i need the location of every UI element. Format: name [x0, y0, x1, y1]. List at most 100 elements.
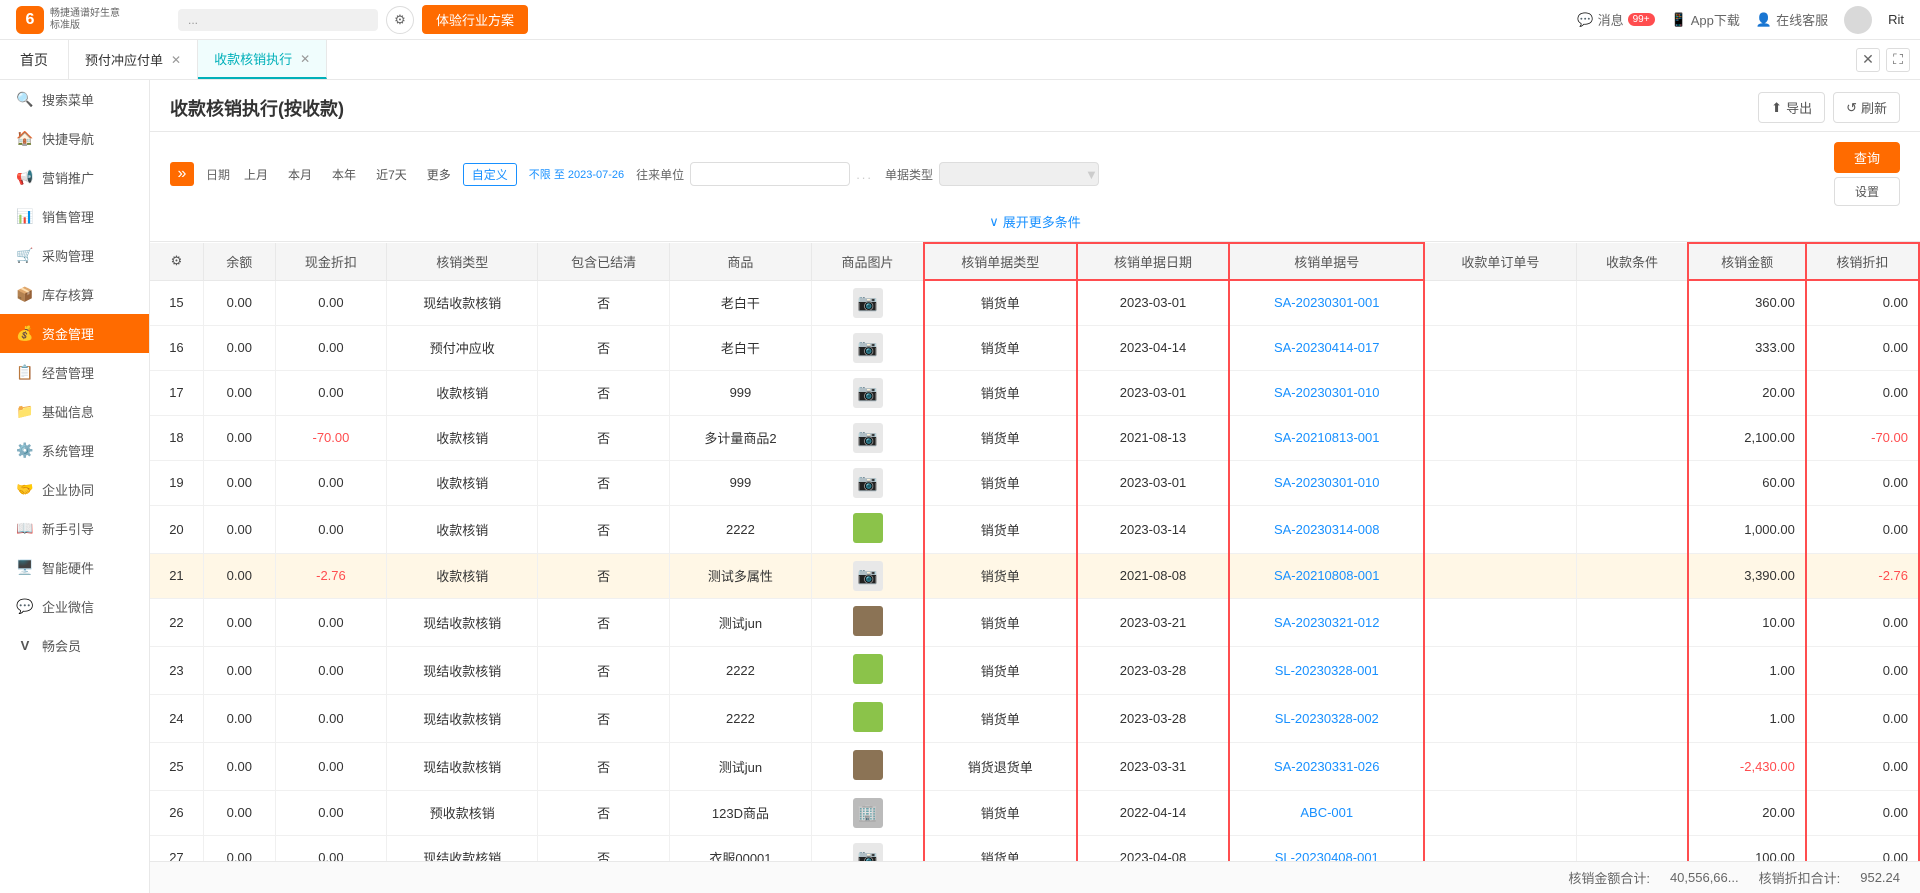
sidebar-item-search[interactable]: 🔍 搜索菜单: [0, 80, 149, 119]
cell-included: 否: [538, 280, 669, 325]
sidebar-item-hardware[interactable]: 🖥️ 智能硬件: [0, 548, 149, 587]
filter-bar: » 日期 上月 本月 本年 近7天 更多 自定义 不限 至 2023-07-26: [150, 132, 1920, 242]
gear-button[interactable]: ⚙: [386, 6, 414, 34]
filter-settings-button[interactable]: 设置: [1834, 177, 1900, 206]
partner-filter-input[interactable]: [690, 162, 850, 186]
cell-type: 现结收款核销: [387, 280, 538, 325]
cell-type: 预付冲应收: [387, 325, 538, 370]
cell-bill-no[interactable]: SA-20230301-010: [1229, 370, 1424, 415]
sidebar-item-finance[interactable]: 💰 资金管理: [0, 314, 149, 353]
system-icon: ⚙️: [16, 442, 34, 460]
bill-no-link[interactable]: SL-20230408-001: [1275, 850, 1379, 861]
sidebar-item-basic[interactable]: 📁 基础信息: [0, 392, 149, 431]
date-chip-more[interactable]: 更多: [419, 164, 459, 185]
inventory-icon: 📦: [16, 286, 34, 304]
total-discount-label: 核销折扣合计:: [1759, 868, 1841, 887]
cell-write-off: 0.00: [1806, 280, 1919, 325]
export-button[interactable]: ⬆ 导出: [1758, 92, 1825, 123]
bill-no-link[interactable]: SA-20210813-001: [1274, 430, 1380, 445]
logo-area: 6 畅捷通谱好生意 标准版: [16, 6, 166, 34]
query-button[interactable]: 查询: [1834, 142, 1900, 173]
tab-prepay[interactable]: 预付冲应付单 ✕: [69, 40, 198, 79]
bill-no-link[interactable]: SA-20230321-012: [1274, 615, 1380, 630]
sidebar-item-inventory[interactable]: 📦 库存核算: [0, 275, 149, 314]
cell-bill-no[interactable]: SL-20230328-001: [1229, 646, 1424, 694]
cell-bill-no[interactable]: SL-20230328-002: [1229, 694, 1424, 742]
sidebar-item-enterprise[interactable]: 🤝 企业协同: [0, 470, 149, 509]
message-button[interactable]: 💬 消息 99+: [1577, 10, 1654, 29]
cell-condition: [1576, 694, 1688, 742]
sidebar-item-guide[interactable]: 📖 新手引导: [0, 509, 149, 548]
bill-no-link[interactable]: SA-20230414-017: [1274, 340, 1380, 355]
bill-no-link[interactable]: SA-20230314-008: [1274, 522, 1380, 537]
tab-home[interactable]: 首页: [0, 40, 69, 79]
cell-bill-no[interactable]: SA-20230301-001: [1229, 280, 1424, 325]
date-chip-this-year[interactable]: 本年: [324, 164, 364, 185]
bill-no-link[interactable]: SL-20230328-002: [1275, 711, 1379, 726]
tab-writeoff-close[interactable]: ✕: [300, 52, 310, 66]
user-avatar[interactable]: [1844, 6, 1872, 34]
app-download-button[interactable]: 📱 App下载: [1671, 10, 1740, 29]
tab-expand-button[interactable]: ⛶: [1886, 48, 1910, 72]
cell-id: 20: [150, 505, 203, 553]
bill-no-link[interactable]: SA-20230331-026: [1274, 759, 1380, 774]
cell-bill-no[interactable]: SL-20230408-001: [1229, 835, 1424, 861]
bill-no-link[interactable]: SA-20210808-001: [1274, 568, 1380, 583]
refresh-button[interactable]: ↺ 刷新: [1833, 92, 1900, 123]
cell-included: 否: [538, 460, 669, 505]
data-table: ⚙ 余额 现金折扣 核销类型 包含已结清 商品 商品图片 核销单据类型 核销单据…: [150, 242, 1920, 861]
top-bar: 6 畅捷通谱好生意 标准版 ... ⚙ 体验行业方案 💬 消息 99+ 📱 Ap…: [0, 0, 1920, 40]
cell-bill-no[interactable]: SA-20230414-017: [1229, 325, 1424, 370]
tab-prepay-close[interactable]: ✕: [171, 53, 181, 67]
type-filter-select[interactable]: [939, 162, 1099, 186]
cell-bill-no[interactable]: SA-20230314-008: [1229, 505, 1424, 553]
cell-bill-no[interactable]: ABC-001: [1229, 790, 1424, 835]
cell-bill-no[interactable]: SA-20230301-010: [1229, 460, 1424, 505]
filter-toggle-button[interactable]: »: [170, 162, 194, 186]
sidebar-item-purchase[interactable]: 🛒 采购管理: [0, 236, 149, 275]
sidebar-item-shortcut[interactable]: 🏠 快捷导航: [0, 119, 149, 158]
cell-type: 现结收款核销: [387, 694, 538, 742]
date-chip-last-month[interactable]: 上月: [236, 164, 276, 185]
cell-bill-no[interactable]: SA-20230321-012: [1229, 598, 1424, 646]
sidebar-item-marketing[interactable]: 📢 营销推广: [0, 158, 149, 197]
date-chip-custom[interactable]: 自定义: [463, 163, 517, 186]
sidebar-item-inventory-label: 库存核算: [42, 285, 94, 304]
tab-writeoff[interactable]: 收款核销执行 ✕: [198, 40, 327, 79]
cell-discount: 0.00: [275, 325, 387, 370]
date-chip-7days[interactable]: 近7天: [368, 164, 415, 185]
tab-close-all-button[interactable]: ✕: [1856, 48, 1880, 72]
cell-discount: 0.00: [275, 505, 387, 553]
cell-bill-no[interactable]: SA-20230331-026: [1229, 742, 1424, 790]
sidebar-item-member[interactable]: V 畅会员: [0, 626, 149, 665]
bill-no-link[interactable]: SA-20230301-001: [1274, 295, 1380, 310]
bill-no-link[interactable]: SL-20230328-001: [1275, 663, 1379, 678]
cell-included: 否: [538, 370, 669, 415]
cell-amount: 60.00: [1688, 460, 1805, 505]
sidebar-item-sales[interactable]: 📊 销售管理: [0, 197, 149, 236]
bill-no-link[interactable]: SA-20230301-010: [1274, 385, 1380, 400]
cell-bill-no[interactable]: SA-20210813-001: [1229, 415, 1424, 460]
export-label: 导出: [1786, 98, 1812, 117]
online-service-label: 在线客服: [1776, 10, 1828, 29]
industry-button[interactable]: 体验行业方案: [422, 5, 528, 34]
sidebar-item-system[interactable]: ⚙️ 系统管理: [0, 431, 149, 470]
cell-id: 25: [150, 742, 203, 790]
sidebar-item-wechat[interactable]: 💬 企业微信: [0, 587, 149, 626]
cell-amount: 20.00: [1688, 790, 1805, 835]
col-settings[interactable]: ⚙: [150, 243, 203, 280]
bill-no-link[interactable]: SA-20230301-010: [1274, 475, 1380, 490]
expand-more-button[interactable]: ∨ 展开更多条件: [989, 212, 1081, 231]
sidebar-item-finance-label: 资金管理: [42, 324, 94, 343]
cell-id: 27: [150, 835, 203, 861]
cell-bill-type: 销货单: [924, 370, 1077, 415]
bill-no-link[interactable]: ABC-001: [1300, 805, 1353, 820]
online-service-button[interactable]: 👤 在线客服: [1756, 10, 1828, 29]
cell-goods: 123D商品: [669, 790, 811, 835]
cell-type: 预收款核销: [387, 790, 538, 835]
table-container[interactable]: ⚙ 余额 现金折扣 核销类型 包含已结清 商品 商品图片 核销单据类型 核销单据…: [150, 242, 1920, 861]
cell-amount: 333.00: [1688, 325, 1805, 370]
date-chip-this-month[interactable]: 本月: [280, 164, 320, 185]
cell-bill-no[interactable]: SA-20210808-001: [1229, 553, 1424, 598]
sidebar-item-operations[interactable]: 📋 经营管理: [0, 353, 149, 392]
